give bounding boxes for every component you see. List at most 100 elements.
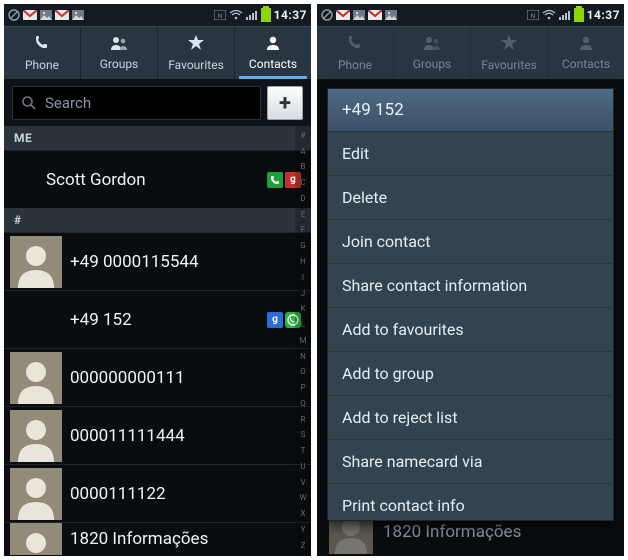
index-letter[interactable]: R xyxy=(295,416,311,424)
phone-icon xyxy=(33,34,51,55)
add-contact-button[interactable]: + xyxy=(267,86,303,120)
index-letter[interactable]: A xyxy=(295,148,311,156)
star-icon xyxy=(187,34,205,55)
contact-row[interactable]: Scott Gordon g xyxy=(4,150,311,208)
index-letter[interactable]: B xyxy=(295,163,311,171)
context-menu-item[interactable]: Delete xyxy=(328,176,613,220)
gmail-icon-2 xyxy=(368,10,382,20)
svg-text:N: N xyxy=(217,13,221,20)
index-letter[interactable]: Y xyxy=(295,526,311,534)
index-letter[interactable]: U xyxy=(295,463,311,471)
index-letter[interactable]: T xyxy=(295,447,311,455)
gplus-badge-icon: g xyxy=(267,312,283,328)
contact-name: +49 0000115544 xyxy=(70,252,301,272)
avatar xyxy=(10,236,62,288)
index-letter[interactable]: J xyxy=(295,290,311,298)
tab-contacts[interactable]: Contacts xyxy=(548,27,624,79)
context-menu-item[interactable]: Print contact info xyxy=(328,484,613,527)
search-placeholder: Search xyxy=(45,94,91,112)
context-menu-item[interactable]: Share namecard via xyxy=(328,440,613,484)
tab-contacts-label: Contacts xyxy=(249,57,297,71)
contact-row[interactable]: +49 0000115544 xyxy=(4,232,311,290)
index-letter[interactable]: F xyxy=(295,226,311,234)
context-menu-item[interactable]: Add to reject list xyxy=(328,396,613,440)
index-letter[interactable]: S xyxy=(295,431,311,439)
status-time: 14:37 xyxy=(587,8,620,22)
tab-bar: Phone Groups Favourites Contacts xyxy=(317,26,624,80)
context-menu-item[interactable]: Join contact xyxy=(328,220,613,264)
index-letter[interactable]: X xyxy=(295,510,311,518)
tab-favourites[interactable]: Favourites xyxy=(471,27,548,79)
section-header: # xyxy=(4,208,311,232)
index-letter[interactable]: Q xyxy=(295,400,311,408)
index-letter[interactable]: O xyxy=(295,368,311,376)
wifi-icon xyxy=(542,10,556,20)
context-menu-item[interactable]: Share contact information xyxy=(328,264,613,308)
index-letter[interactable]: M xyxy=(295,337,311,345)
contact-row[interactable]: +49 152 g xyxy=(4,290,311,348)
signal-icon xyxy=(246,10,258,20)
index-letter[interactable]: V xyxy=(295,479,311,487)
index-letter[interactable]: I xyxy=(295,274,311,282)
blocked-icon xyxy=(8,9,20,21)
signal-icon xyxy=(559,10,571,20)
tab-favourites-label: Favourites xyxy=(168,58,224,72)
phone-badge-icon xyxy=(267,172,283,188)
photo-icon-2 xyxy=(385,10,397,20)
tab-phone[interactable]: Phone xyxy=(4,27,81,79)
tab-contacts[interactable]: Contacts xyxy=(235,27,311,79)
wifi-icon xyxy=(229,10,243,20)
context-menu-title: +49 152 xyxy=(328,89,613,132)
status-time: 14:37 xyxy=(274,8,307,22)
index-letter[interactable]: L xyxy=(295,321,311,329)
phone-icon xyxy=(346,34,364,55)
index-letter[interactable]: D xyxy=(295,195,311,203)
context-menu-item[interactable]: Edit xyxy=(328,132,613,176)
contacts-icon xyxy=(578,35,594,54)
photo-icon xyxy=(40,10,52,20)
contact-row[interactable]: 000011111444 xyxy=(4,406,311,464)
tab-groups[interactable]: Groups xyxy=(81,27,158,79)
index-letter[interactable]: G xyxy=(295,242,311,250)
gmail-icon xyxy=(336,10,350,20)
index-letter[interactable]: E xyxy=(295,211,311,219)
tab-favourites[interactable]: Favourites xyxy=(158,27,235,79)
contact-name: Scott Gordon xyxy=(4,170,267,190)
alpha-index[interactable]: # ABCDEFGHIJKLMNOPQRSTUVWXYZ xyxy=(295,126,311,556)
tab-phone[interactable]: Phone xyxy=(317,27,394,79)
tab-groups[interactable]: Groups xyxy=(394,27,471,79)
tab-groups-label: Groups xyxy=(100,57,139,71)
phone-screenshot-right: N 14:37 Phone Groups Favourites xyxy=(317,4,624,556)
index-letter[interactable]: K xyxy=(295,305,311,313)
status-bar: N 14:37 xyxy=(4,4,311,26)
search-input[interactable]: Search xyxy=(12,86,261,120)
battery-icon xyxy=(574,8,584,22)
contact-name: +49 152 xyxy=(70,310,267,330)
status-bar: N 14:37 xyxy=(317,4,624,26)
index-letter[interactable]: Z xyxy=(295,542,311,550)
blocked-icon xyxy=(321,9,333,21)
contacts-icon xyxy=(265,35,281,54)
contact-row[interactable]: 000000000111 xyxy=(4,348,311,406)
gmail-icon xyxy=(23,10,37,20)
photo-icon xyxy=(353,10,365,20)
index-letter[interactable]: H xyxy=(295,258,311,266)
avatar xyxy=(10,352,62,404)
index-letter[interactable]: C xyxy=(295,179,311,187)
index-letter[interactable]: # xyxy=(295,132,311,140)
contacts-list[interactable]: ME Scott Gordon g # +49 0000115544 +49 1… xyxy=(4,126,311,556)
index-letter[interactable]: W xyxy=(295,494,311,502)
tab-groups-label: Groups xyxy=(413,57,452,71)
context-menu-item[interactable]: Add to group xyxy=(328,352,613,396)
contact-row[interactable]: 1820 Informações xyxy=(4,522,311,554)
context-menu-item[interactable]: Add to favourites xyxy=(328,308,613,352)
index-letter[interactable]: N xyxy=(295,353,311,361)
section-header: ME xyxy=(4,126,311,150)
star-icon xyxy=(500,34,518,55)
index-letter[interactable]: P xyxy=(295,384,311,392)
search-icon xyxy=(21,95,37,111)
tab-bar: Phone Groups Favourites Contacts xyxy=(4,26,311,80)
nfc-icon: N xyxy=(214,10,226,20)
contact-row[interactable]: 0000111122 xyxy=(4,464,311,522)
tab-favourites-label: Favourites xyxy=(481,58,537,72)
